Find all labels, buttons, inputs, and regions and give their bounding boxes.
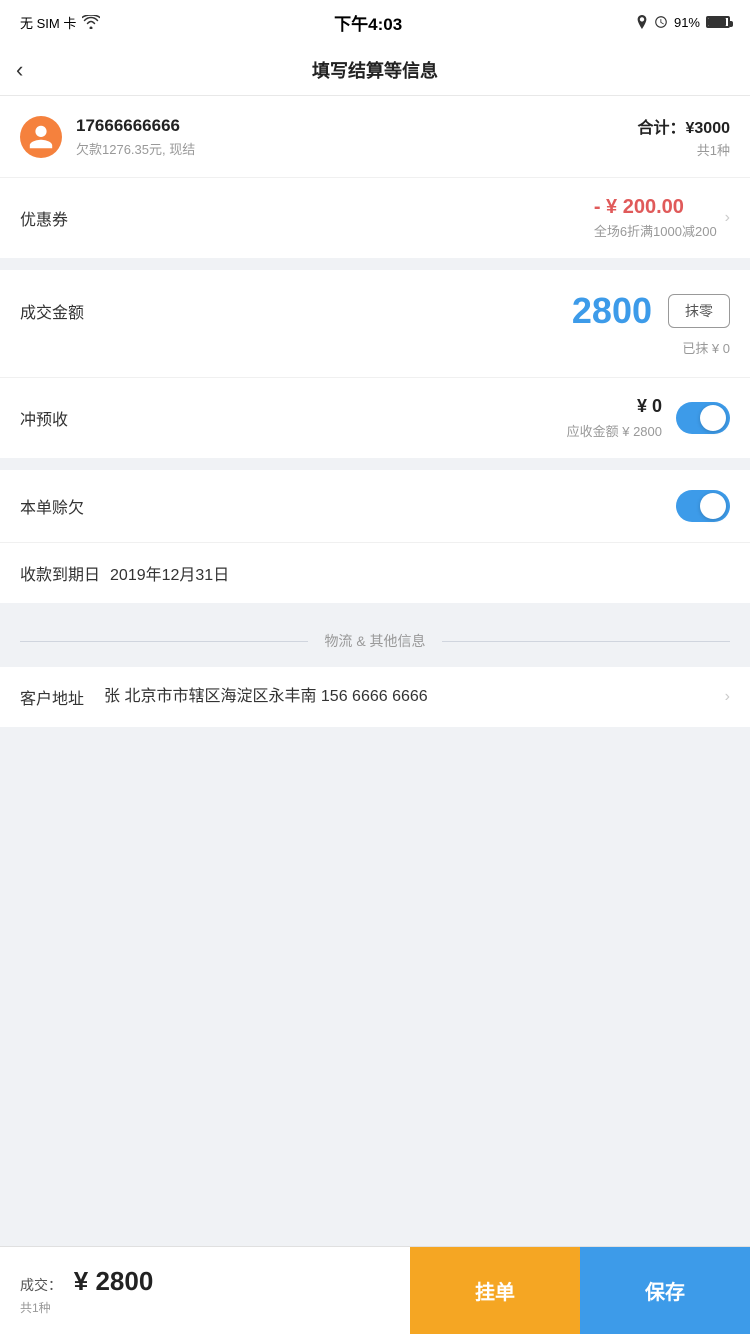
coupon-desc: 全场6折满1000减200 bbox=[594, 221, 717, 240]
bottom-spacer bbox=[0, 727, 750, 807]
round-zero-button[interactable]: 抹零 bbox=[668, 294, 730, 328]
deal-amount-value[interactable]: 2800 bbox=[572, 290, 652, 332]
bottom-bar: 成交： ¥ 2800 共1种 挂单 保存 bbox=[0, 1246, 750, 1334]
section-gap-2 bbox=[0, 458, 750, 470]
prepay-label: 冲预收 bbox=[20, 406, 68, 430]
due-date-section: 收款到期日 2019年12月31日 bbox=[0, 542, 750, 603]
item-count: 共1种 bbox=[638, 140, 731, 159]
status-time: 下午4:03 bbox=[334, 10, 402, 35]
divider-line-right bbox=[442, 641, 730, 642]
alarm-icon bbox=[654, 15, 668, 29]
coupon-label: 优惠券 bbox=[20, 206, 68, 230]
logistics-label: 物流 & 其他信息 bbox=[324, 631, 425, 651]
status-right: 91% bbox=[636, 15, 730, 30]
section-gap-3 bbox=[0, 603, 750, 615]
prepay-row: 冲预收 ¥ 0 应收金额 ¥ 2800 bbox=[20, 396, 730, 440]
wifi-icon bbox=[82, 15, 100, 29]
customer-left: 17666666666 欠款1276.35元, 现结 bbox=[20, 116, 195, 158]
hold-order-button[interactable]: 挂单 bbox=[410, 1247, 580, 1334]
save-button[interactable]: 保存 bbox=[580, 1247, 750, 1334]
status-left: 无 SIM 卡 bbox=[20, 13, 100, 32]
bottom-deal-amount: ¥ 2800 bbox=[74, 1266, 154, 1296]
coupon-right: - ¥ 200.00 全场6折满1000减200 › bbox=[594, 196, 730, 240]
credit-toggle[interactable] bbox=[676, 490, 730, 522]
customer-info: 17666666666 欠款1276.35元, 现结 bbox=[76, 116, 195, 158]
deal-amount-section: 成交金额 2800 抹零 已抹 ¥ 0 bbox=[0, 270, 750, 377]
sim-status: 无 SIM 卡 bbox=[20, 13, 76, 32]
credit-section: 本单赊欠 bbox=[0, 470, 750, 542]
total-amount: 合计：¥3000 bbox=[638, 114, 731, 138]
customer-section: 17666666666 欠款1276.35元, 现结 合计：¥3000 共1种 bbox=[0, 96, 750, 177]
deal-amount-right: 2800 抹零 bbox=[572, 290, 730, 332]
logistics-divider: 物流 & 其他信息 bbox=[0, 615, 750, 667]
back-button[interactable]: ‹ bbox=[16, 57, 23, 83]
credit-row: 本单赊欠 bbox=[20, 490, 730, 522]
prepay-toggle[interactable] bbox=[676, 402, 730, 434]
user-icon bbox=[27, 123, 55, 151]
battery-icon bbox=[706, 16, 730, 28]
deal-amount-row: 成交金额 2800 抹零 bbox=[20, 290, 730, 332]
address-label: 客户地址 bbox=[20, 685, 84, 709]
prepay-section: 冲预收 ¥ 0 应收金额 ¥ 2800 bbox=[0, 377, 750, 458]
coupon-discount: - ¥ 200.00 bbox=[594, 196, 717, 219]
deal-amount-sub: 已抹 ¥ 0 bbox=[20, 338, 730, 357]
avatar bbox=[20, 116, 62, 158]
toggle-knob bbox=[700, 405, 726, 431]
bottom-deal-label: 成交： bbox=[20, 1277, 62, 1293]
coupon-arrow-icon: › bbox=[725, 209, 730, 227]
credit-toggle-knob bbox=[700, 493, 726, 519]
battery-percent: 91% bbox=[674, 15, 700, 30]
customer-total: 合计：¥3000 共1种 bbox=[638, 114, 731, 159]
customer-phone: 17666666666 bbox=[76, 116, 195, 136]
status-bar: 无 SIM 卡 下午4:03 91% bbox=[0, 0, 750, 44]
address-value: 张 北京市市辖区海淀区永丰南 156 6666 6666 bbox=[104, 685, 725, 709]
due-date-value[interactable]: 2019年12月31日 bbox=[110, 561, 229, 585]
prepay-amount: ¥ 0 bbox=[567, 396, 662, 417]
bottom-deal-row: 成交： ¥ 2800 bbox=[20, 1265, 390, 1297]
divider-line-left bbox=[20, 641, 308, 642]
prepay-right: ¥ 0 应收金额 ¥ 2800 bbox=[567, 396, 730, 440]
deal-amount-label: 成交金额 bbox=[20, 299, 84, 323]
credit-label: 本单赊欠 bbox=[20, 494, 84, 518]
address-section[interactable]: 客户地址 张 北京市市辖区海淀区永丰南 156 6666 6666 › bbox=[0, 667, 750, 727]
bottom-count: 共1种 bbox=[20, 1299, 390, 1316]
coupon-row[interactable]: 优惠券 - ¥ 200.00 全场6折满1000减200 › bbox=[0, 177, 750, 258]
due-date-label: 收款到期日 bbox=[20, 561, 100, 585]
customer-debt: 欠款1276.35元, 现结 bbox=[76, 139, 195, 158]
prepay-sub: 应收金额 ¥ 2800 bbox=[567, 421, 662, 440]
address-arrow-icon: › bbox=[725, 688, 730, 706]
section-gap-1 bbox=[0, 258, 750, 270]
bottom-summary: 成交： ¥ 2800 共1种 bbox=[0, 1265, 410, 1316]
location-icon bbox=[636, 15, 648, 29]
due-date-row: 收款到期日 2019年12月31日 bbox=[20, 561, 730, 585]
page-title: 填写结算等信息 bbox=[312, 57, 438, 83]
nav-bar: ‹ 填写结算等信息 bbox=[0, 44, 750, 96]
